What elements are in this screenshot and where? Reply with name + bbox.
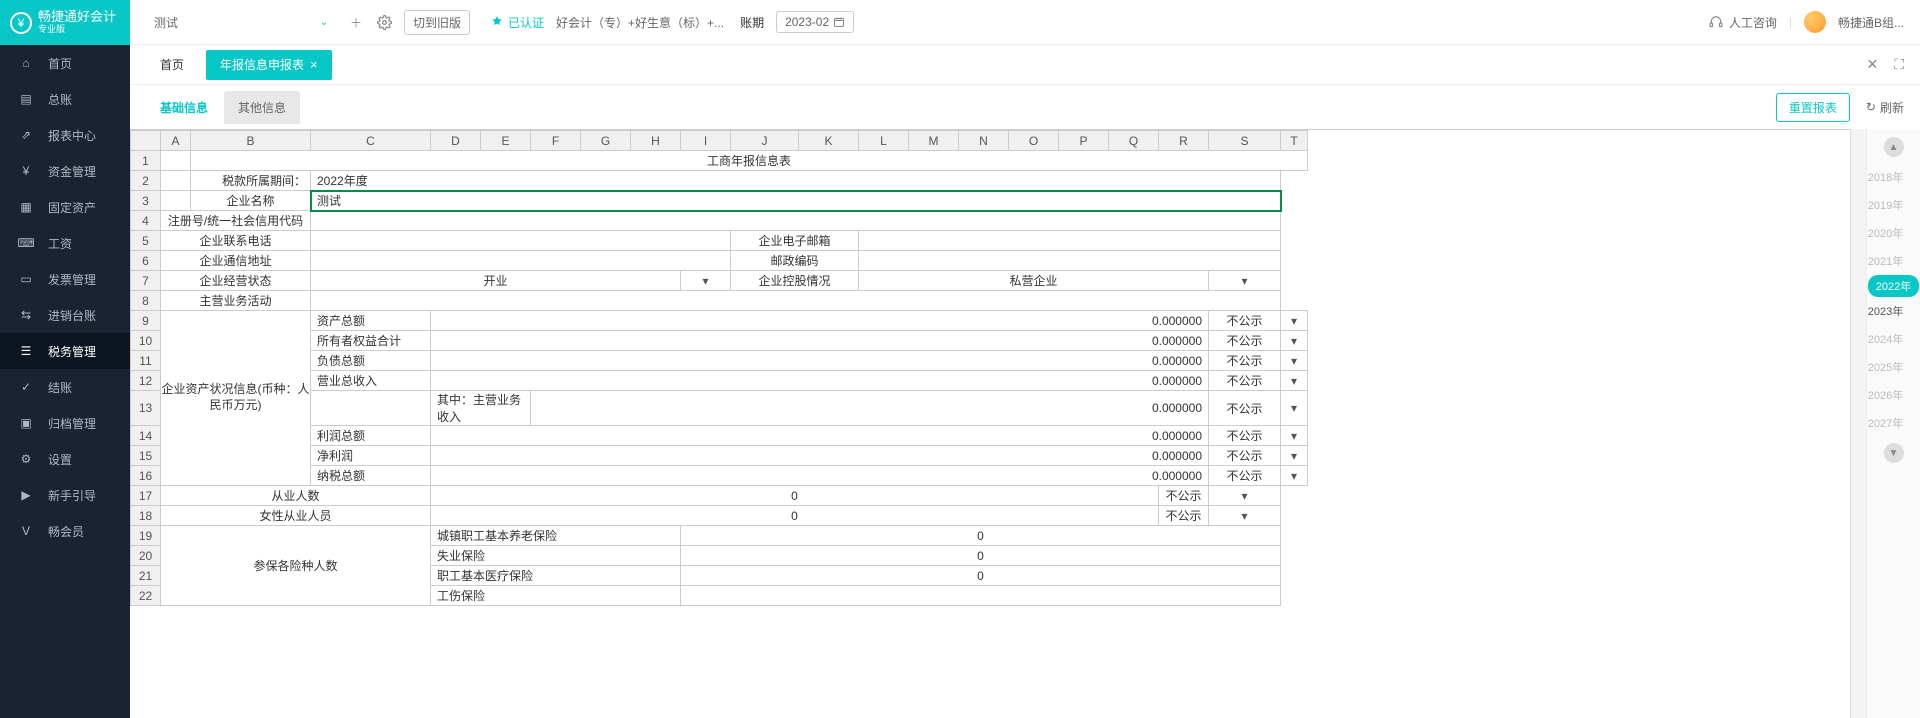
logo-icon: ¥ (10, 12, 32, 34)
nav-icon: ⚙ (18, 451, 34, 467)
nav-总账[interactable]: ▤总账 (0, 81, 130, 117)
fullscreen-icon[interactable]: ⛶ (1894, 56, 1904, 73)
year-2019年[interactable]: 2019年 (1868, 191, 1919, 219)
company-name-cell[interactable]: 测试 (311, 191, 1281, 211)
logo-main: 畅捷通好会计 (38, 10, 116, 24)
gear-icon[interactable] (376, 14, 392, 30)
nav-icon: ¥ (18, 163, 34, 179)
nav-icon: ⌨ (18, 235, 34, 251)
nav-icon: ⇗ (18, 127, 34, 143)
nav-icon: ⌂ (18, 55, 34, 71)
nav-进销台账[interactable]: ⇆进销台账 (0, 297, 130, 333)
nav-发票管理[interactable]: ▭发票管理 (0, 261, 130, 297)
nav-税务管理[interactable]: ☰税务管理 (0, 333, 130, 369)
spreadsheet[interactable]: ABCDEFGHIJKLMNOPQRST1工商年报信息表2税款所属期间：2022… (130, 129, 1850, 718)
nav-icon: ▭ (18, 271, 34, 287)
nav-icon: ▣ (18, 415, 34, 431)
avatar[interactable] (1804, 11, 1826, 33)
year-2025年[interactable]: 2025年 (1868, 353, 1919, 381)
close-all-icon[interactable]: ✕ (1866, 56, 1878, 73)
nav-报表中心[interactable]: ⇗报表中心 (0, 117, 130, 153)
nav-icon: ▦ (18, 199, 34, 215)
year-2023年[interactable]: 2023年 (1868, 297, 1919, 325)
nav-设置[interactable]: ⚙设置 (0, 441, 130, 477)
customer-service[interactable]: 人工咨询 (1709, 14, 1777, 31)
add-icon[interactable]: ＋ (348, 14, 364, 30)
nav-icon: ▶ (18, 487, 34, 503)
company-select[interactable]: 测试 ⌄ (146, 8, 336, 36)
headset-icon (1709, 15, 1723, 29)
year-2018年[interactable]: 2018年 (1868, 163, 1919, 191)
period-label: 账期 (740, 14, 764, 31)
subtab-other[interactable]: 其他信息 (224, 91, 300, 124)
nav-畅会员[interactable]: V畅会员 (0, 513, 130, 549)
nav-icon: ▤ (18, 91, 34, 107)
scrollbar[interactable] (1850, 129, 1866, 718)
nav-新手引导[interactable]: ▶新手引导 (0, 477, 130, 513)
old-version-button[interactable]: 切到旧版 (404, 10, 470, 35)
nav-结账[interactable]: ✓结账 (0, 369, 130, 405)
year-2020年[interactable]: 2020年 (1868, 219, 1919, 247)
year-2024年[interactable]: 2024年 (1868, 325, 1919, 353)
close-icon[interactable]: × (310, 57, 318, 72)
tab-home[interactable]: 首页 (146, 50, 198, 80)
year-down-icon[interactable]: ▼ (1884, 443, 1904, 463)
verified-badge: 已认证 (490, 14, 544, 31)
year-up-icon[interactable]: ▲ (1884, 137, 1904, 157)
reset-button[interactable]: 重置报表 (1776, 93, 1850, 122)
chevron-down-icon: ⌄ (320, 17, 328, 28)
year-2022年[interactable]: 2022年 (1868, 275, 1919, 297)
nav-icon: ⇆ (18, 307, 34, 323)
nav-固定资产[interactable]: ▦固定资产 (0, 189, 130, 225)
tab-annual-report[interactable]: 年报信息申报表 × (206, 50, 332, 80)
nav-归档管理[interactable]: ▣归档管理 (0, 405, 130, 441)
calendar-icon (833, 16, 845, 28)
company-name: 测试 (154, 14, 178, 31)
logo-sub: 专业版 (38, 25, 116, 35)
year-2026年[interactable]: 2026年 (1868, 381, 1919, 409)
nav-工资[interactable]: ⌨工资 (0, 225, 130, 261)
user-name[interactable]: 畅捷通B组... (1838, 14, 1904, 31)
year-2027年[interactable]: 2027年 (1868, 409, 1919, 437)
logo: ¥ 畅捷通好会计 专业版 (0, 0, 130, 45)
refresh-button[interactable]: ↻ 刷新 (1866, 99, 1904, 116)
nav-首页[interactable]: ⌂首页 (0, 45, 130, 81)
nav-icon: V (18, 523, 34, 539)
refresh-icon: ↻ (1866, 100, 1876, 114)
sub-tabs: 基础信息 其他信息 重置报表 ↻ 刷新 (130, 85, 1920, 129)
period-select[interactable]: 2023-02 (776, 11, 854, 33)
year-rail: ▲ 2018年2019年2020年2021年2022年2023年2024年202… (1866, 129, 1920, 718)
subtab-basic[interactable]: 基础信息 (146, 91, 222, 124)
nav-icon: ✓ (18, 379, 34, 395)
page-tabs: 首页 年报信息申报表 × ✕ ⛶ (130, 45, 1920, 85)
product-name: 好会计（专）+好生意（标）+... (556, 14, 724, 31)
year-2021年[interactable]: 2021年 (1868, 247, 1919, 275)
nav-资金管理[interactable]: ¥资金管理 (0, 153, 130, 189)
nav-icon: ☰ (18, 343, 34, 359)
sidebar: ¥ 畅捷通好会计 专业版 ⌂首页▤总账⇗报表中心¥资金管理▦固定资产⌨工资▭发票… (0, 0, 130, 718)
topbar: 测试 ⌄ ＋ 切到旧版 已认证 好会计（专）+好生意（标）+... 账期 202… (130, 0, 1920, 45)
